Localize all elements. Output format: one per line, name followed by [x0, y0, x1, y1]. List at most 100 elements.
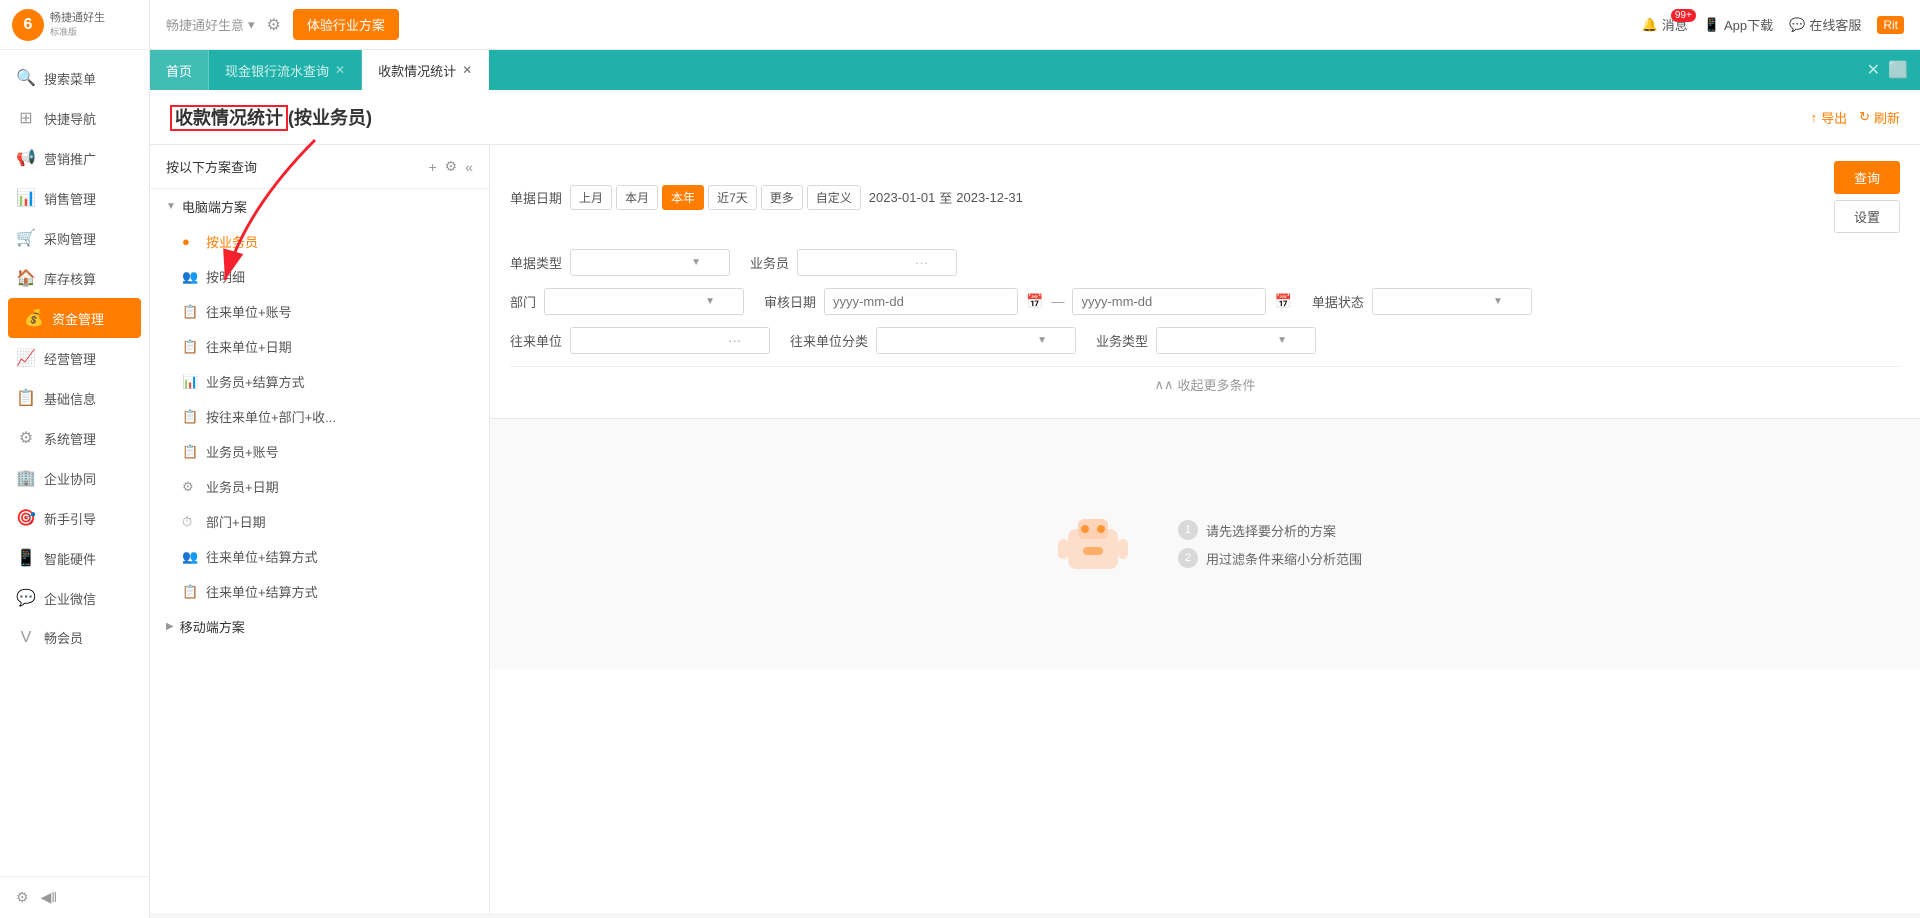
sidebar-item-operations[interactable]: 📈 经营管理 — [0, 338, 149, 378]
empty-step-1: 1 请先选择要分析的方案 — [1178, 520, 1362, 540]
partner-type-select[interactable]: ▼ — [876, 327, 1076, 354]
tree-item-staff-account[interactable]: 📋 业务员+账号 — [166, 434, 489, 469]
date-btn-this-month[interactable]: 本月 — [616, 185, 658, 210]
partner-type-label: 往来单位分类 — [790, 331, 868, 350]
tree-item-partner-payment2[interactable]: 📋 往来单位+结算方式 — [166, 574, 489, 609]
sidebar-item-system[interactable]: ⚙ 系统管理 — [0, 418, 149, 458]
logo-text: 畅捷通好生 — [50, 11, 105, 25]
search-icon: 🔍 — [16, 68, 36, 88]
sidebar-item-shortcut[interactable]: ⊞ 快捷导航 — [0, 98, 149, 138]
tree-item-partner-account[interactable]: 📋 往来单位+账号 — [166, 294, 489, 329]
date-btn-more[interactable]: 更多 — [761, 185, 803, 210]
right-panel: 单据日期 上月 本月 本年 近7天 更多 自定义 2023-01-01 — [490, 145, 1920, 913]
topbar: 畅捷通好生意 ▾ ⚙ 体验行业方案 🔔 消息 99+ 📱 App下载 💬 在线客… — [150, 0, 1920, 50]
tree-item-staff-date[interactable]: ⚙ 业务员+日期 — [166, 469, 489, 504]
query-button[interactable]: 查询 — [1834, 161, 1900, 194]
staff-filter: 业务员 ··· — [750, 249, 957, 276]
footer-collapse-btn[interactable]: ◀‖ — [41, 889, 58, 906]
sidebar-item-purchase[interactable]: 🛒 采购管理 — [0, 218, 149, 258]
sidebar-item-base[interactable]: 📋 基础信息 — [0, 378, 149, 418]
export-button[interactable]: ↑ 导出 — [1811, 108, 1848, 127]
refresh-button[interactable]: ↻ 刷新 — [1859, 108, 1900, 127]
logo-edition: 标准版 — [50, 25, 105, 38]
messages-button[interactable]: 🔔 消息 99+ — [1642, 15, 1688, 34]
grid-icon: ⊞ — [16, 108, 36, 128]
trial-button[interactable]: 体验行业方案 — [293, 9, 399, 40]
logo-icon: 6 — [12, 9, 44, 41]
tree-item-partner-date[interactable]: 📋 往来单位+日期 — [166, 329, 489, 364]
house-icon: 🏠 — [16, 268, 36, 288]
review-date-filter: 审核日期 📅 — 📅 — [764, 288, 1292, 315]
sidebar-menu: 🔍 搜索菜单 ⊞ 快捷导航 📢 营销推广 📊 销售管理 🛒 采购管理 🏠 库存核… — [0, 50, 149, 876]
review-date-from[interactable] — [824, 288, 1018, 315]
staff-select[interactable]: ··· — [797, 249, 957, 276]
sidebar-item-wechat[interactable]: 💬 企业微信 — [0, 578, 149, 618]
staff-active-icon: ● — [182, 234, 198, 249]
tree-item-partner-dept[interactable]: 📋 按往来单位+部门+收... — [166, 399, 489, 434]
date-btn-this-year[interactable]: 本年 — [662, 185, 704, 210]
dept-select[interactable]: ▼ — [544, 288, 744, 315]
status-select[interactable]: ▼ — [1372, 288, 1532, 315]
sidebar-item-inventory[interactable]: 🏠 库存核算 — [0, 258, 149, 298]
online-service-button[interactable]: 💬 在线客服 — [1789, 15, 1861, 34]
panel-add-btn[interactable]: + — [428, 159, 436, 175]
info-icon: 📋 — [16, 388, 36, 408]
tab-collection[interactable]: 收款情况统计 ✕ — [362, 50, 489, 90]
wechat-icon: 💬 — [16, 588, 36, 608]
sidebar-item-member[interactable]: V 畅会员 — [0, 618, 149, 657]
tree-item-by-staff[interactable]: ● 按业务员 — [166, 224, 489, 259]
tree-item-staff-payment[interactable]: 📊 业务员+结算方式 — [166, 364, 489, 399]
window-maximize-btn[interactable]: ⬜ — [1888, 60, 1908, 80]
date-filter: 单据日期 上月 本月 本年 近7天 更多 自定义 2023-01-01 — [510, 185, 1023, 210]
tree-item-partner-payment1[interactable]: 👥 往来单位+结算方式 — [166, 539, 489, 574]
panel-collapse-btn[interactable]: « — [465, 159, 473, 175]
collapse-button[interactable]: ∧∧ 收起更多条件 — [510, 366, 1900, 402]
type-select[interactable]: ▼ — [570, 249, 730, 276]
doc4-icon: 📋 — [182, 444, 198, 460]
review-date-to[interactable] — [1072, 288, 1266, 315]
dept-arrow: ▼ — [705, 296, 715, 307]
panel-settings-btn[interactable]: ⚙ — [445, 158, 458, 175]
date-btn-last-month[interactable]: 上月 — [570, 185, 612, 210]
topbar-gear-icon[interactable]: ⚙ — [267, 15, 281, 35]
date-btn-7days[interactable]: 近7天 — [708, 185, 757, 210]
window-close-btn[interactable]: ✕ — [1867, 60, 1880, 80]
tab-home[interactable]: 首页 — [150, 50, 209, 90]
app-download-button[interactable]: 📱 App下载 — [1704, 15, 1773, 34]
settings-button[interactable]: 设置 — [1834, 200, 1900, 233]
status-filter: 单据状态 ▼ — [1312, 288, 1532, 315]
download-icon: 📱 — [1704, 17, 1720, 33]
bar-icon: 📊 — [182, 374, 198, 390]
biz-type-select[interactable]: ▼ — [1156, 327, 1316, 354]
trending-icon: 📈 — [16, 348, 36, 368]
partner-select[interactable]: ··· — [570, 327, 770, 354]
tab-bank[interactable]: 现金银行流水查询 ✕ — [209, 50, 362, 90]
main-area: 畅捷通好生意 ▾ ⚙ 体验行业方案 🔔 消息 99+ 📱 App下载 💬 在线客… — [150, 0, 1920, 918]
sidebar-item-marketing[interactable]: 📢 营销推广 — [0, 138, 149, 178]
partner-type-arrow: ▼ — [1037, 335, 1047, 346]
target-icon: 🎯 — [16, 508, 36, 528]
date-btn-custom[interactable]: 自定义 — [807, 185, 861, 210]
sidebar-item-finance[interactable]: 💰 资金管理 — [8, 298, 141, 338]
date-to: 2023-12-31 — [956, 190, 1023, 205]
tree-mobile-group[interactable]: ▶ 移动端方案 — [150, 609, 489, 644]
tree-item-dept-date[interactable]: ⏱ 部门+日期 — [166, 504, 489, 539]
left-panel: 按以下方案查询 + ⚙ « ▼ 电脑端方案 ● 按业务员 👥 — [150, 145, 490, 913]
building-icon: 🏢 — [16, 468, 36, 488]
tab-bank-close[interactable]: ✕ — [335, 63, 345, 77]
tab-collection-close[interactable]: ✕ — [462, 63, 472, 77]
sidebar-item-sales[interactable]: 📊 销售管理 — [0, 178, 149, 218]
tree-item-by-detail[interactable]: 👥 按明细 — [166, 259, 489, 294]
footer-settings-btn[interactable]: ⚙ — [16, 889, 29, 906]
sidebar-item-search[interactable]: 🔍 搜索菜单 — [0, 58, 149, 98]
sidebar-item-guide[interactable]: 🎯 新手引导 — [0, 498, 149, 538]
user-avatar[interactable]: Rit — [1877, 16, 1904, 34]
sidebar-item-enterprise[interactable]: 🏢 企业协同 — [0, 458, 149, 498]
tree-pc-group[interactable]: ▼ 电脑端方案 — [150, 189, 489, 224]
date-range: 2023-01-01 至 2023-12-31 — [869, 188, 1023, 207]
page-title-highlight: 收款情况统计 — [170, 105, 288, 131]
empty-step-2: 2 用过滤条件来缩小分析范围 — [1178, 548, 1362, 568]
staff-dots: ··· — [915, 255, 928, 270]
empty-robot-icon — [1048, 499, 1138, 589]
sidebar-item-hardware[interactable]: 📱 智能硬件 — [0, 538, 149, 578]
